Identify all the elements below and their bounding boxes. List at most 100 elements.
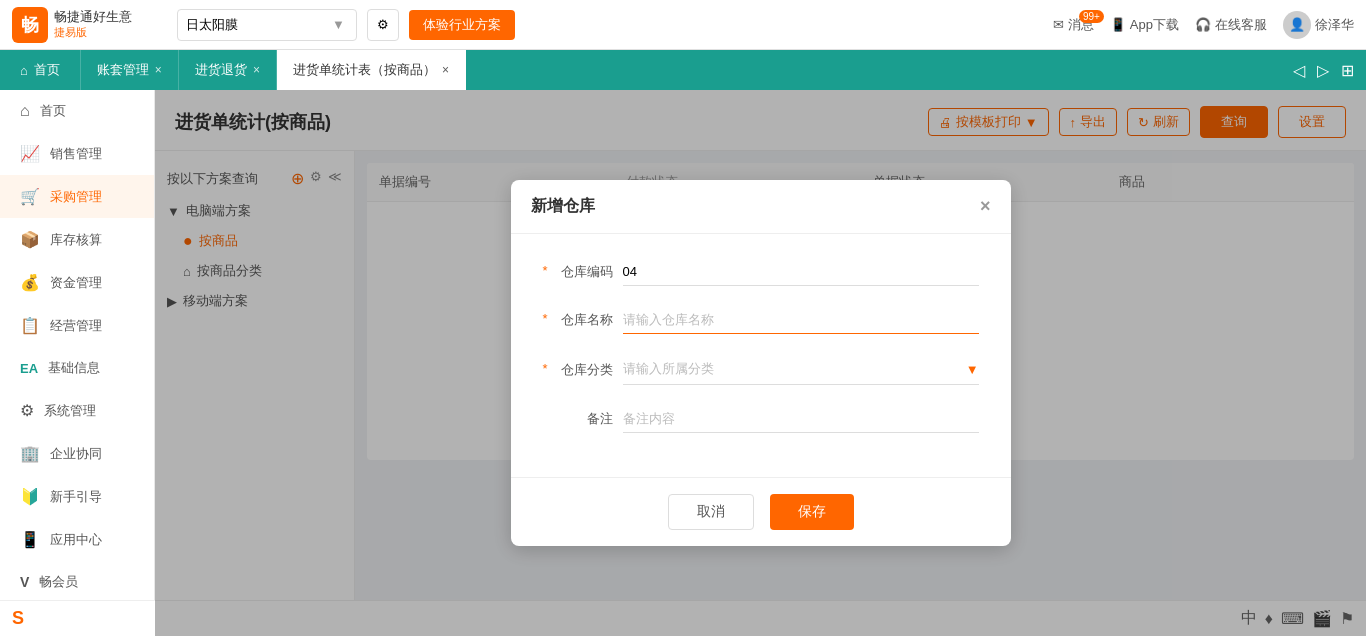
corp-icon: 🏢 xyxy=(20,444,40,463)
inventory-icon: 📦 xyxy=(20,230,40,249)
dialog-body: 仓库编码 仓库名称 仓库分类 xyxy=(511,234,1011,477)
message-icon: ✉ xyxy=(1053,17,1064,32)
sidebar-operations-label: 经营管理 xyxy=(50,317,102,335)
search-dropdown-icon[interactable]: ▼ xyxy=(332,17,345,32)
guide-icon: 🔰 xyxy=(20,487,40,506)
sidebar-item-home[interactable]: ⌂ 首页 xyxy=(0,90,154,132)
tab-accounts[interactable]: 账套管理 × xyxy=(81,50,179,90)
cancel-button[interactable]: 取消 xyxy=(668,494,754,530)
sidebar-home-label: 首页 xyxy=(40,102,66,120)
dialog-close-button[interactable]: × xyxy=(980,196,991,217)
search-input[interactable] xyxy=(186,17,326,32)
note-input[interactable] xyxy=(623,405,979,433)
name-label: 仓库名称 xyxy=(543,311,623,329)
sidebar-item-corp[interactable]: 🏢 企业协同 xyxy=(0,432,154,475)
sidebar-finance-label: 资金管理 xyxy=(50,274,102,292)
tab-purchase-stat-close[interactable]: × xyxy=(442,63,449,77)
home-icon: ⌂ xyxy=(20,63,28,78)
user-menu[interactable]: 👤 徐泽华 xyxy=(1283,11,1354,39)
operations-icon: 📋 xyxy=(20,316,40,335)
category-placeholder: 请输入所属分类 xyxy=(623,360,714,378)
logo-sub: 捷易版 xyxy=(54,25,132,40)
category-select[interactable]: 请输入所属分类 ▼ xyxy=(623,354,979,385)
headset-icon: 🎧 xyxy=(1195,17,1211,32)
tab-expand-icon[interactable]: ⊞ xyxy=(1337,59,1358,82)
note-field xyxy=(623,405,979,433)
sidebar-item-sales[interactable]: 📈 销售管理 xyxy=(0,132,154,175)
sales-icon: 📈 xyxy=(20,144,40,163)
nav-right: ✉ 消息 99+ 📱 App下载 🎧 在线客服 👤 徐泽华 xyxy=(1053,11,1354,39)
sidebar-apps-label: 应用中心 xyxy=(50,531,102,549)
note-label: 备注 xyxy=(543,410,623,428)
category-dropdown-icon: ▼ xyxy=(966,362,979,377)
top-nav: 畅 畅捷通好生意 捷易版 ▼ ⚙ 体验行业方案 ✉ 消息 99+ 📱 App下载… xyxy=(0,0,1366,50)
name-input[interactable] xyxy=(623,306,979,334)
content-area: 进货单统计(按商品) 🖨 按模板打印 ▼ ↑ 导出 ↻ 刷新 查询 设置 xyxy=(155,90,1366,636)
app-download-label: App下载 xyxy=(1130,16,1179,34)
messages-badge: 99+ xyxy=(1079,10,1104,23)
username: 徐泽华 xyxy=(1315,16,1354,34)
logo-icon: 畅 xyxy=(12,7,48,43)
app-download-button[interactable]: 📱 App下载 xyxy=(1110,16,1179,34)
trial-button[interactable]: 体验行业方案 xyxy=(409,10,515,40)
form-row-name: 仓库名称 xyxy=(543,306,979,334)
tab-next-icon[interactable]: ▷ xyxy=(1313,59,1333,82)
sidebar-system-label: 系统管理 xyxy=(44,402,96,420)
purchase-icon: 🛒 xyxy=(20,187,40,206)
avatar: 👤 xyxy=(1283,11,1311,39)
category-field[interactable]: 请输入所属分类 ▼ xyxy=(623,354,979,385)
sidebar-item-inventory[interactable]: 📦 库存核算 xyxy=(0,218,154,261)
form-row-category: 仓库分类 请输入所属分类 ▼ xyxy=(543,354,979,385)
tab-bar: ⌂ 首页 账套管理 × 进货退货 × 进货单统计表（按商品） × ◁ ▷ ⊞ xyxy=(0,50,1366,90)
sidebar-item-finance[interactable]: 💰 资金管理 xyxy=(0,261,154,304)
bottom-left: S xyxy=(12,608,24,629)
tab-accounts-close[interactable]: × xyxy=(155,63,162,77)
home-nav-icon: ⌂ xyxy=(20,102,30,120)
tab-controls: ◁ ▷ ⊞ xyxy=(1289,59,1366,82)
tab-purchase-stat[interactable]: 进货单统计表（按商品） × xyxy=(277,50,466,90)
basic-info-icon: EA xyxy=(20,361,38,376)
code-field xyxy=(623,258,979,286)
sidebar-basic-info-label: 基础信息 xyxy=(48,359,100,377)
apps-icon: 📱 xyxy=(20,530,40,549)
dialog-header: 新增仓库 × xyxy=(511,180,1011,234)
code-label: 仓库编码 xyxy=(543,263,623,281)
new-warehouse-dialog: 新增仓库 × 仓库编码 仓库名称 xyxy=(511,180,1011,546)
sidebar-vip-label: 畅会员 xyxy=(39,573,78,591)
sidebar-item-operations[interactable]: 📋 经营管理 xyxy=(0,304,154,347)
sidebar-corp-label: 企业协同 xyxy=(50,445,102,463)
s-logo: S xyxy=(12,608,24,629)
dialog-title: 新增仓库 xyxy=(531,196,595,217)
sidebar-purchase-label: 采购管理 xyxy=(50,188,102,206)
tab-purchase-return-close[interactable]: × xyxy=(253,63,260,77)
search-area[interactable]: ▼ xyxy=(177,9,357,41)
messages-button[interactable]: ✉ 消息 99+ xyxy=(1053,16,1094,34)
phone-icon: 📱 xyxy=(1110,17,1126,32)
form-row-code: 仓库编码 xyxy=(543,258,979,286)
sidebar-item-guide[interactable]: 🔰 新手引导 xyxy=(0,475,154,518)
name-field xyxy=(623,306,979,334)
tab-prev-icon[interactable]: ◁ xyxy=(1289,59,1309,82)
dialog-footer: 取消 保存 xyxy=(511,477,1011,546)
code-input[interactable] xyxy=(623,258,979,286)
tab-home-label: 首页 xyxy=(34,61,60,79)
sidebar-item-purchase[interactable]: 🛒 采购管理 xyxy=(0,175,154,218)
sidebar-item-apps[interactable]: 📱 应用中心 xyxy=(0,518,154,561)
tab-purchase-return[interactable]: 进货退货 × xyxy=(179,50,277,90)
logo-area: 畅 畅捷通好生意 捷易版 xyxy=(12,7,167,43)
sidebar-inventory-label: 库存核算 xyxy=(50,231,102,249)
online-service-button[interactable]: 🎧 在线客服 xyxy=(1195,16,1267,34)
sidebar-guide-label: 新手引导 xyxy=(50,488,102,506)
tab-home[interactable]: ⌂ 首页 xyxy=(0,50,81,90)
tab-purchase-return-label: 进货退货 xyxy=(195,61,247,79)
tab-purchase-stat-label: 进货单统计表（按商品） xyxy=(293,61,436,79)
sidebar-item-basic-info[interactable]: EA 基础信息 xyxy=(0,347,154,389)
sidebar-item-vip[interactable]: V 畅会员 xyxy=(0,561,154,603)
sidebar-sales-label: 销售管理 xyxy=(50,145,102,163)
sidebar-item-system[interactable]: ⚙ 系统管理 xyxy=(0,389,154,432)
gear-button[interactable]: ⚙ xyxy=(367,9,399,41)
sidebar: ⌂ 首页 📈 销售管理 🛒 采购管理 📦 库存核算 💰 资金管理 📋 经营管理 … xyxy=(0,90,155,636)
save-button[interactable]: 保存 xyxy=(770,494,854,530)
category-label: 仓库分类 xyxy=(543,361,623,379)
logo-name: 畅捷通好生意 xyxy=(54,9,132,26)
